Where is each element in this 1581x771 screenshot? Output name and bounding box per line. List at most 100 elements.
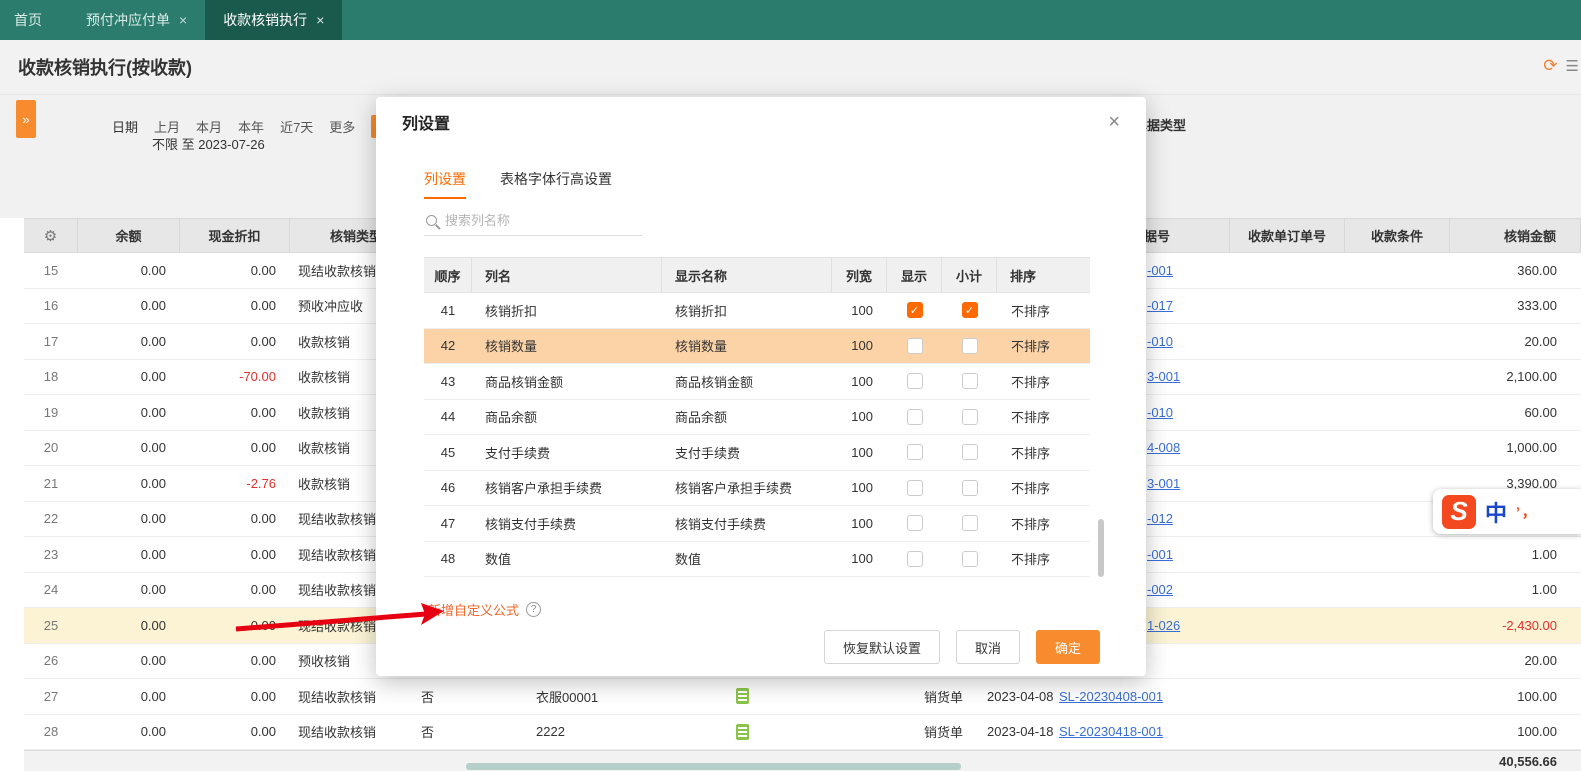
cell-order_no xyxy=(1230,289,1345,324)
column-setting-row[interactable]: 44 商品余额 商品余额 100 不排序 xyxy=(424,399,1090,435)
add-custom-formula-link[interactable]: 新增自定义公式 xyxy=(428,600,519,619)
subtotal-checkbox[interactable] xyxy=(961,337,978,354)
document-icon[interactable] xyxy=(736,723,749,740)
modal-cell-name: 核销数量 xyxy=(485,339,538,355)
doc-number-link[interactable]: -010 xyxy=(1147,405,1173,420)
cell-num: 25 xyxy=(43,617,59,633)
cell-condition xyxy=(1345,431,1450,466)
modal-cell-display: 核销支付手续费 xyxy=(675,516,767,532)
show-checkbox[interactable] xyxy=(906,515,923,532)
cell-balance: 0.00 xyxy=(140,369,166,385)
modal-header-cell: 显示名称 xyxy=(662,258,832,292)
modal-cell-order: 43 xyxy=(440,373,456,389)
cell-balance: 0.00 xyxy=(140,688,166,704)
column-setting-row[interactable]: 47 核销支付手续费 核销支付手续费 100 不排序 xyxy=(424,506,1090,542)
cancel-button[interactable]: 取消 xyxy=(955,630,1020,664)
tab-font-row-height-settings[interactable]: 表格字体行高设置 xyxy=(500,169,612,199)
ime-punctuation-indicator[interactable]: ’， xyxy=(1516,502,1538,522)
expand-sidebar-button[interactable]: » xyxy=(16,100,36,138)
cell-cash: -2.76 xyxy=(246,475,276,491)
subtotal-checkbox[interactable] xyxy=(961,515,978,532)
cell-amount: 100.00 xyxy=(1517,724,1557,740)
doc-number-link[interactable]: -001 xyxy=(1147,547,1173,562)
doc-number-link[interactable]: -010 xyxy=(1147,334,1173,349)
modal-cell-subtotal xyxy=(942,435,997,470)
doc-number-link[interactable]: -017 xyxy=(1147,298,1173,313)
subtotal-checkbox[interactable] xyxy=(961,302,978,319)
doc-number-link[interactable]: 4-008 xyxy=(1147,440,1180,455)
nav-tab[interactable]: 首页 xyxy=(0,0,56,40)
subtotal-checkbox[interactable] xyxy=(961,444,978,461)
doc-number-link[interactable]: 3-001 xyxy=(1147,369,1180,384)
restore-default-button[interactable]: 恢复默认设置 xyxy=(823,630,940,664)
cell-balance: 0.00 xyxy=(140,333,166,349)
confirm-button[interactable]: 确定 xyxy=(1035,630,1100,664)
cell-balance: 0.00 xyxy=(140,511,166,527)
cell-condition xyxy=(1345,253,1450,288)
nav-tab[interactable]: 预付冲应付单 × xyxy=(68,0,205,40)
show-checkbox[interactable] xyxy=(906,550,923,567)
show-checkbox[interactable] xyxy=(906,373,923,390)
doc-number-link[interactable]: SL-20230418-001 xyxy=(1059,724,1163,739)
column-setting-row[interactable]: 43 商品核销金额 商品核销金额 100 不排序 xyxy=(424,364,1090,400)
doc-number-link[interactable]: SL-20230408-001 xyxy=(1059,689,1163,704)
tab-close-icon[interactable]: × xyxy=(179,13,187,27)
close-icon[interactable]: × xyxy=(1108,112,1120,132)
column-setting-row[interactable]: 42 核销数量 核销数量 100 不排序 xyxy=(424,328,1090,364)
subtotal-checkbox[interactable] xyxy=(961,373,978,390)
scrollbar-thumb[interactable] xyxy=(1098,519,1104,577)
modal-header-cell: 列名 xyxy=(472,258,662,292)
modal-header-cell: 顺序 xyxy=(424,258,472,292)
doc-number-link[interactable]: 1-026 xyxy=(1147,618,1180,633)
date-quick-option[interactable]: 近7天 xyxy=(280,117,313,136)
ime-chinese-mode-indicator[interactable]: 中 xyxy=(1485,496,1507,528)
cell-cash: 0.00 xyxy=(250,298,276,314)
cell-balance: 0.00 xyxy=(140,546,166,562)
modal-cell-sort: 不排序 xyxy=(1011,552,1051,568)
show-checkbox[interactable] xyxy=(906,444,923,461)
subtotal-checkbox[interactable] xyxy=(961,479,978,496)
column-setting-row[interactable]: 46 核销客户承担手续费 核销客户承担手续费 100 不排序 xyxy=(424,470,1090,506)
cell-amount: 1,000.00 xyxy=(1506,440,1557,456)
show-checkbox[interactable] xyxy=(906,408,923,425)
modal-cell-display: 商品核销金额 xyxy=(675,374,754,390)
search-column-input[interactable] xyxy=(445,213,625,228)
modal-cell-show xyxy=(887,471,942,506)
gear-icon[interactable]: ⚙ xyxy=(44,227,57,245)
help-icon[interactable]: ? xyxy=(526,602,542,617)
table-row[interactable]: 28 0.00 0.00 现结收款核销 否 2222 销货单 2023-04-18 SL-202… xyxy=(24,714,1581,750)
show-checkbox[interactable] xyxy=(906,302,923,319)
cell-gap xyxy=(765,679,920,714)
doc-number-link[interactable]: 3-001 xyxy=(1147,476,1180,491)
cell-cash: 0.00 xyxy=(250,404,276,420)
cell-amount: -2,430.00 xyxy=(1502,617,1557,633)
modal-scrollbar[interactable] xyxy=(1098,293,1104,577)
show-checkbox[interactable] xyxy=(906,337,923,354)
modal-grid-header: 顺序 列名 显示名称 列宽 显示 小计 排序 xyxy=(424,257,1090,293)
modal-cell-show xyxy=(887,506,942,541)
tab-column-settings[interactable]: 列设置 xyxy=(424,169,466,199)
dialog-footer-buttons: 恢复默认设置 取消 确定 xyxy=(823,630,1100,664)
modal-cell-show xyxy=(887,293,942,328)
column-setting-row[interactable]: 48 数值 数值 100 不排序 xyxy=(424,541,1090,577)
tab-close-icon[interactable]: × xyxy=(316,13,324,27)
date-quick-option[interactable]: 更多 xyxy=(329,117,355,136)
subtotal-checkbox[interactable] xyxy=(961,408,978,425)
cell-condition xyxy=(1345,573,1450,608)
column-setting-row[interactable]: 45 支付手续费 支付手续费 100 不排序 xyxy=(424,435,1090,471)
horizontal-scrollbar[interactable] xyxy=(466,763,961,770)
show-checkbox[interactable] xyxy=(906,479,923,496)
column-setting-row[interactable]: 41 核销折扣 核销折扣 100 不排序 xyxy=(424,293,1090,329)
refresh-icon[interactable]: ⟳ xyxy=(1543,56,1557,76)
modal-cell-display: 核销折扣 xyxy=(675,303,728,319)
nav-tab[interactable]: 收款核销执行 × xyxy=(205,0,343,40)
modal-cell-name: 支付手续费 xyxy=(485,445,551,461)
cell-num: 26 xyxy=(43,653,59,669)
doc-number-link[interactable]: -012 xyxy=(1147,511,1173,526)
menu-icon[interactable]: ☰ xyxy=(1566,57,1579,75)
subtotal-checkbox[interactable] xyxy=(961,550,978,567)
table-row[interactable]: 27 0.00 0.00 现结收款核销 否 衣服00001 销货单 2023-04-08 SL-… xyxy=(24,679,1581,715)
document-icon[interactable] xyxy=(736,688,749,705)
doc-number-link[interactable]: -001 xyxy=(1147,263,1173,278)
doc-number-link[interactable]: -002 xyxy=(1147,582,1173,597)
